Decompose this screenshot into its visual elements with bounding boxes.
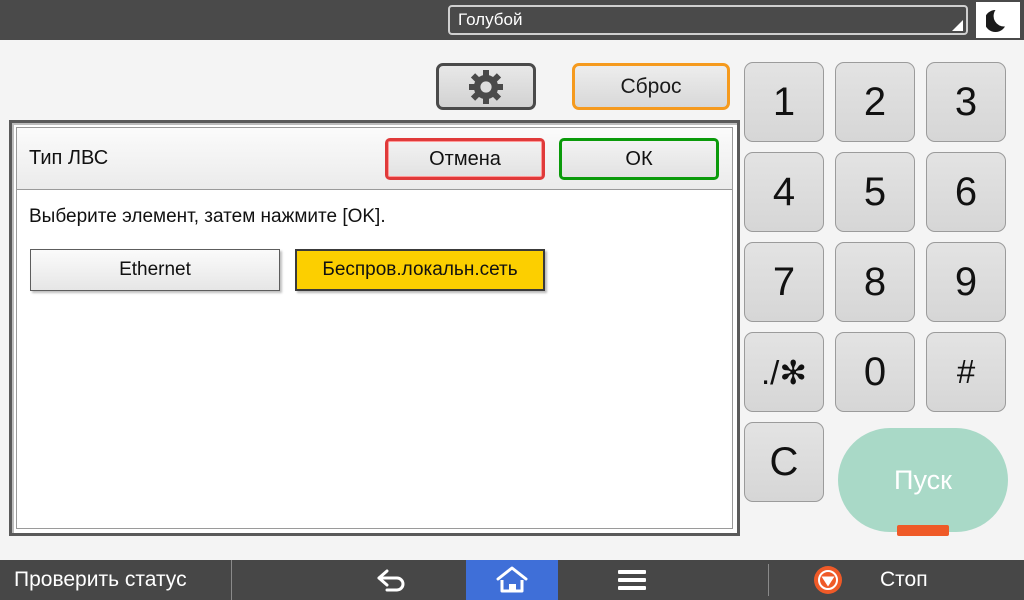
sleep-mode-button[interactable] [976, 2, 1020, 38]
stop-label: Стоп [880, 568, 928, 591]
menu-button[interactable] [580, 560, 684, 600]
home-button[interactable] [466, 560, 558, 600]
moon-icon [986, 9, 1005, 32]
key-2-label: 2 [863, 79, 887, 124]
dialog-inner: Тип ЛВС Отмена ОК Выберите элемент, зате… [16, 127, 733, 529]
check-status-label: Проверить статус [14, 568, 187, 591]
reset-button[interactable]: Сброс [572, 63, 730, 110]
start-button[interactable]: Пуск [838, 428, 1008, 536]
back-button[interactable] [340, 560, 444, 600]
key-3[interactable]: 3 [926, 62, 1006, 142]
lan-type-dialog: Тип ЛВС Отмена ОК Выберите элемент, зате… [9, 120, 740, 536]
gear-icon [469, 69, 503, 104]
key-hash-label: # [956, 353, 976, 390]
key-6-label: 6 [954, 169, 978, 214]
model-select-value: Голубой [458, 10, 523, 29]
cancel-button-label: Отмена [429, 147, 501, 170]
option-ethernet[interactable]: Ethernet [30, 249, 280, 291]
printer-control-panel: Голубой Сброс Тип ЛВС Отмена ОК Выберите… [0, 0, 1024, 600]
stop-icon [814, 566, 842, 594]
key-6[interactable]: 6 [926, 152, 1006, 232]
corner-resize-arrow-icon [952, 20, 963, 31]
settings-button[interactable] [436, 63, 536, 110]
ok-button[interactable]: ОК [559, 138, 719, 180]
ok-button-label: ОК [625, 147, 653, 170]
option-wireless-lan-label: Беспров.локальн.сеть [322, 259, 518, 280]
key-9[interactable]: 9 [926, 242, 1006, 322]
key-dot-slash-star-label: ./✻ [761, 353, 807, 391]
key-4[interactable]: 4 [744, 152, 824, 232]
key-hash[interactable]: # [926, 332, 1006, 412]
check-status-button[interactable]: Проверить статус [0, 560, 232, 600]
key-4-label: 4 [772, 169, 796, 214]
key-dot-slash-star[interactable]: ./✻ [744, 332, 824, 412]
key-3-label: 3 [954, 79, 978, 124]
key-7[interactable]: 7 [744, 242, 824, 322]
key-clear-label: C [769, 439, 799, 484]
start-indicator-icon [897, 525, 949, 536]
key-0[interactable]: 0 [835, 332, 915, 412]
key-7-label: 7 [772, 259, 796, 304]
key-1-label: 1 [772, 79, 796, 124]
start-button-label: Пуск [894, 464, 952, 495]
key-5-label: 5 [863, 169, 887, 214]
hamburger-menu-icon [618, 566, 646, 594]
top-bar: Голубой [0, 0, 1024, 40]
key-8-label: 8 [863, 259, 887, 304]
option-wireless-lan[interactable]: Беспров.локальн.сеть [295, 249, 545, 291]
key-clear[interactable]: C [744, 422, 824, 502]
bottom-bar: Проверить статус Стоп [0, 560, 1024, 600]
key-9-label: 9 [954, 259, 978, 304]
dialog-header: Тип ЛВС Отмена ОК [17, 128, 732, 190]
stop-button[interactable] [800, 560, 856, 600]
instruction-text: Выберите элемент, затем нажмите [OK]. [29, 206, 386, 227]
key-2[interactable]: 2 [835, 62, 915, 142]
key-5[interactable]: 5 [835, 152, 915, 232]
bottom-bar-divider [768, 564, 769, 596]
key-8[interactable]: 8 [835, 242, 915, 322]
reset-button-label: Сброс [620, 74, 682, 98]
home-icon [496, 566, 528, 593]
key-1[interactable]: 1 [744, 62, 824, 142]
option-ethernet-label: Ethernet [119, 259, 191, 280]
cancel-button[interactable]: Отмена [385, 138, 545, 180]
back-arrow-icon [377, 569, 405, 592]
page-title: Тип ЛВС [29, 147, 109, 169]
model-select-dropdown[interactable]: Голубой [448, 5, 968, 35]
key-0-label: 0 [863, 349, 887, 394]
